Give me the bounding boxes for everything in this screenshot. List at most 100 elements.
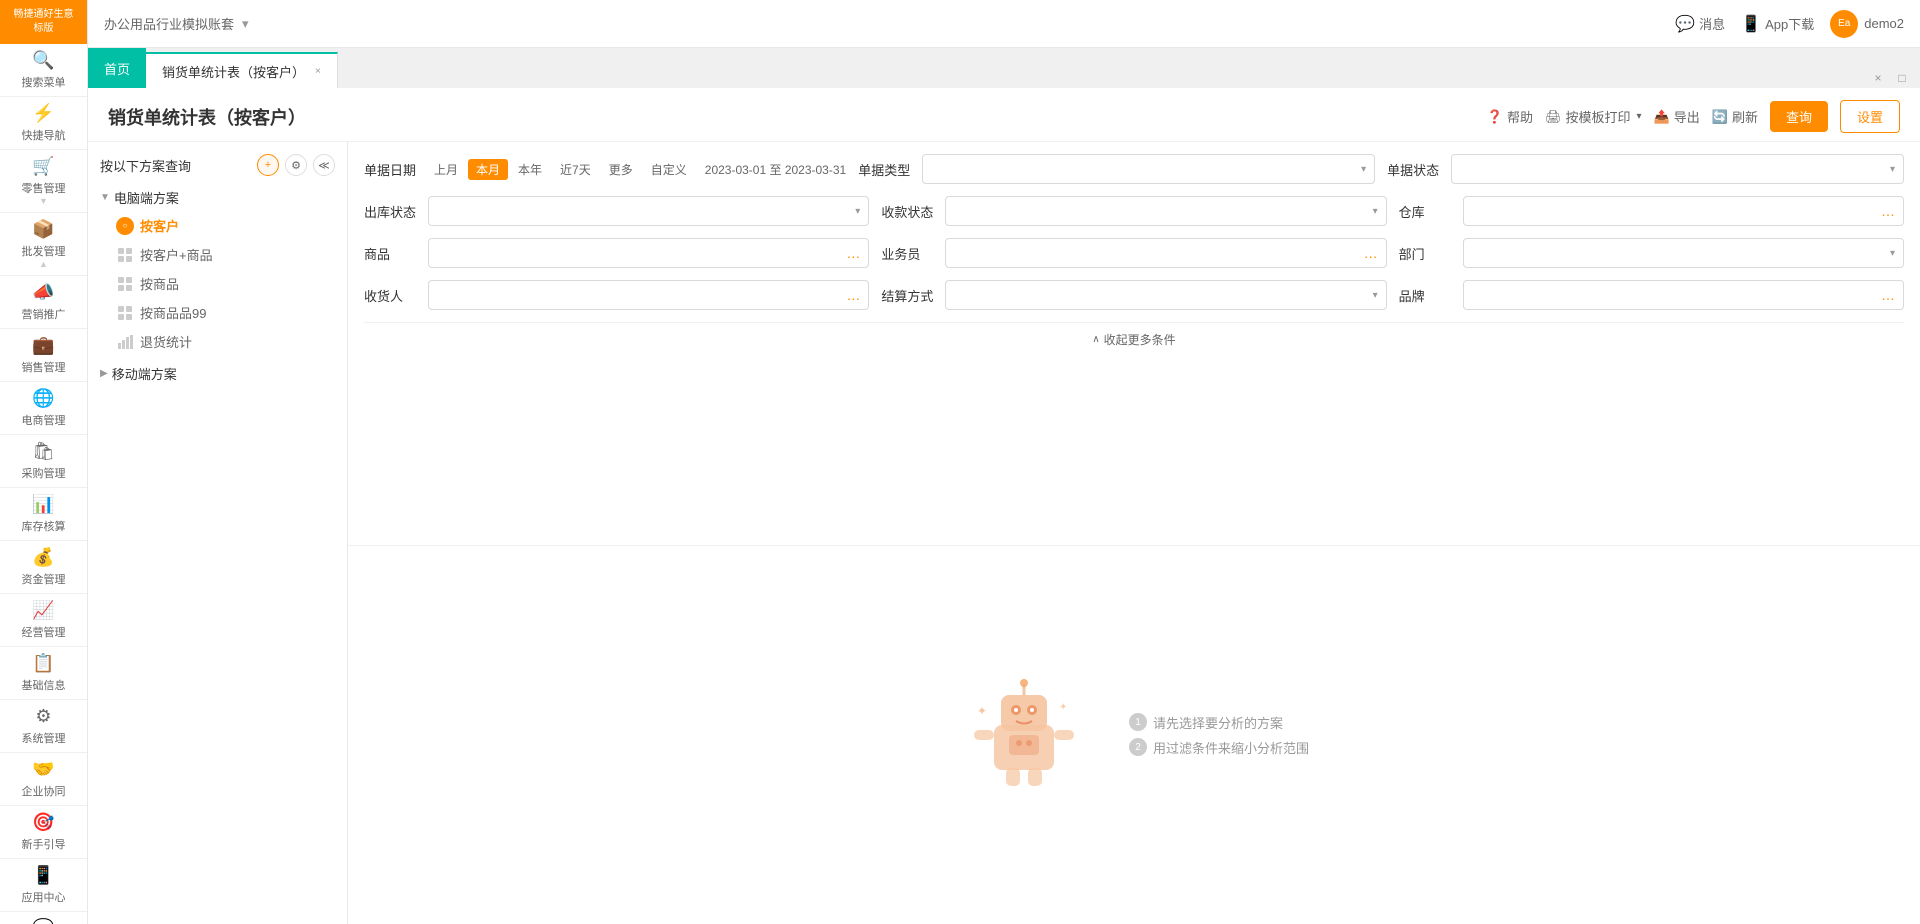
desktop-group-arrow-icon: ▼: [100, 192, 110, 203]
scheme-item-by-goods-99[interactable]: 按商品品99: [88, 298, 347, 327]
scheme-item-by-customer-label: 按客户: [140, 216, 179, 235]
tip-2-num: 2: [1129, 738, 1147, 756]
sidebar: 畅捷通好生意 标版 🔍 搜索菜单 ⚡ 快捷导航 🛒 零售管理 ▼ 📦 批发管理 …: [0, 0, 88, 924]
settings-button[interactable]: 设置: [1840, 100, 1900, 133]
scheme-settings-button[interactable]: ⚙: [285, 154, 307, 176]
warehouse-control[interactable]: …: [1463, 196, 1904, 226]
date-7days-btn[interactable]: 近7天: [552, 159, 599, 180]
doc-status-control[interactable]: ▾: [1451, 154, 1904, 184]
industry-dropdown-icon[interactable]: ▾: [242, 16, 249, 32]
brand-dots-icon[interactable]: …: [1881, 287, 1895, 303]
scheme-item-by-customer[interactable]: ○ 按客户: [88, 211, 347, 240]
sidebar-item-retail[interactable]: 🛒 零售管理 ▼: [0, 150, 87, 213]
scheme-header-icons: + ⚙ ≪: [257, 154, 335, 176]
filter-row-2: 出库状态 ▾ 收款状态 ▾: [364, 196, 1904, 226]
empty-state-tips: 1 请先选择要分析的方案 2 用过滤条件来缩小分析范围: [1129, 713, 1309, 757]
collapse-bar[interactable]: ∧ 收起更多条件: [364, 322, 1904, 356]
sidebar-item-shortcut[interactable]: ⚡ 快捷导航: [0, 97, 87, 150]
sidebar-item-search[interactable]: 🔍 搜索菜单: [0, 44, 87, 97]
out-status-control[interactable]: ▾: [428, 196, 869, 226]
desktop-group-header[interactable]: ▼ 电脑端方案: [88, 184, 347, 211]
ecommerce-icon: 🌐: [32, 388, 54, 409]
sidebar-item-system[interactable]: ⚙ 系统管理: [0, 700, 87, 753]
sidebar-item-enterprise[interactable]: 🤝 企业协同: [0, 753, 87, 806]
receiver-control[interactable]: …: [428, 280, 869, 310]
sidebar-item-appstore[interactable]: 📱 应用中心: [0, 859, 87, 912]
sidebar-item-inventory[interactable]: 📊 库存核算: [0, 488, 87, 541]
tab-maximize-button[interactable]: □: [1892, 68, 1912, 88]
goods-control[interactable]: …: [428, 238, 869, 268]
sidebar-search-label: 搜索菜单: [22, 74, 66, 90]
department-control[interactable]: ▾: [1463, 238, 1904, 268]
mobile-group-header[interactable]: ▶ 移动端方案: [88, 360, 347, 387]
sidebar-item-wholesale[interactable]: 📦 批发管理 ▲: [0, 213, 87, 276]
sidebar-item-operations[interactable]: 📈 经营管理: [0, 594, 87, 647]
sidebar-item-finance[interactable]: 💰 资金管理: [0, 541, 87, 594]
retail-arrow-icon: ▼: [39, 196, 48, 206]
sidebar-item-sales[interactable]: 💼 销售管理: [0, 329, 87, 382]
date-this-month-btn[interactable]: 本月: [468, 159, 508, 180]
filter-row-4: 收货人 … 结算方式 ▾: [364, 280, 1904, 310]
user-avatar: Ea: [1830, 10, 1858, 38]
scheme-item-by-customer-goods[interactable]: 按客户+商品: [88, 240, 347, 269]
enterprise-icon: 🤝: [32, 759, 54, 780]
doc-type-control[interactable]: ▾: [922, 154, 1375, 184]
sidebar-item-ecommerce[interactable]: 🌐 电商管理: [0, 382, 87, 435]
payment-method-control[interactable]: ▾: [945, 280, 1386, 310]
logo-text: 畅捷通好生意 标版: [14, 8, 74, 36]
export-button[interactable]: 📤 导出: [1654, 107, 1700, 126]
scheme-item-return-stats[interactable]: 退货统计: [88, 327, 347, 356]
user-profile-button[interactable]: Ea demo2: [1830, 10, 1904, 38]
collapse-icon: ≪: [318, 159, 330, 172]
page-title: 销货单统计表（按客户）: [108, 104, 306, 130]
sidebar-shortcut-label: 快捷导航: [22, 127, 66, 143]
sidebar-item-guide[interactable]: 🎯 新手引导: [0, 806, 87, 859]
message-button[interactable]: 💬 消息: [1675, 14, 1725, 34]
tip-1-text: 请先选择要分析的方案: [1153, 713, 1283, 732]
sidebar-item-marketing[interactable]: 📣 营销推广: [0, 276, 87, 329]
payment-method-arrow-icon: ▾: [1373, 290, 1378, 301]
sidebar-finance-label: 资金管理: [22, 571, 66, 587]
system-icon: ⚙: [35, 706, 51, 727]
refresh-label: 刷新: [1732, 107, 1758, 126]
tab-close-button[interactable]: ×: [315, 66, 321, 77]
brand-label: 品牌: [1399, 286, 1455, 305]
date-more-btn[interactable]: 更多: [601, 159, 641, 180]
refresh-button[interactable]: 🔄 刷新: [1712, 107, 1758, 126]
sidebar-item-basic[interactable]: 📋 基础信息: [0, 647, 87, 700]
salesman-label: 业务员: [881, 244, 937, 263]
export-label: 导出: [1674, 107, 1700, 126]
help-label: 帮助: [1507, 107, 1533, 126]
date-this-year-btn[interactable]: 本年: [510, 159, 550, 180]
scheme-item-by-customer-goods-label: 按客户+商品: [140, 245, 213, 264]
warehouse-dots-icon[interactable]: …: [1881, 203, 1895, 219]
sidebar-item-purchase[interactable]: 🛍 采购管理: [0, 435, 87, 488]
scheme-collapse-button[interactable]: ≪: [313, 154, 335, 176]
tab-home[interactable]: 首页: [88, 48, 146, 88]
scheme-add-button[interactable]: +: [257, 154, 279, 176]
sidebar-item-wechat[interactable]: 💬 企业微信: [0, 912, 87, 924]
sidebar-marketing-label: 营销推广: [22, 306, 66, 322]
receiver-dots-icon[interactable]: …: [846, 287, 860, 303]
help-button[interactable]: ❓ 帮助: [1487, 107, 1533, 126]
warehouse-label: 仓库: [1399, 202, 1455, 221]
right-panel: 单据日期 上月 本月 本年 近7天 更多 自定义 2023-03-01 至 20…: [348, 142, 1920, 924]
salesman-control[interactable]: …: [945, 238, 1386, 268]
date-custom-btn[interactable]: 自定义: [643, 159, 695, 180]
maximize-icon: □: [1898, 71, 1905, 85]
goods-dots-icon[interactable]: …: [846, 245, 860, 261]
payment-status-control[interactable]: ▾: [945, 196, 1386, 226]
brand-control[interactable]: …: [1463, 280, 1904, 310]
tab-minimize-button[interactable]: ×: [1868, 68, 1888, 88]
scheme-item-by-goods[interactable]: 按商品: [88, 269, 347, 298]
print-button[interactable]: 🖨 按模板打印 ▾: [1545, 107, 1642, 126]
date-last-month-btn[interactable]: 上月: [426, 159, 466, 180]
shortcut-icon: ⚡: [32, 103, 54, 124]
scheme-item-by-goods-99-label: 按商品品99: [140, 303, 206, 322]
query-button[interactable]: 查询: [1770, 101, 1828, 132]
app-download-button[interactable]: 📱 App下载: [1741, 14, 1814, 34]
tab-sales-stats[interactable]: 销货单统计表（按客户） ×: [146, 52, 338, 88]
sidebar-sales-label: 销售管理: [22, 359, 66, 375]
payment-status-label: 收款状态: [881, 202, 937, 221]
salesman-dots-icon[interactable]: …: [1364, 245, 1378, 261]
